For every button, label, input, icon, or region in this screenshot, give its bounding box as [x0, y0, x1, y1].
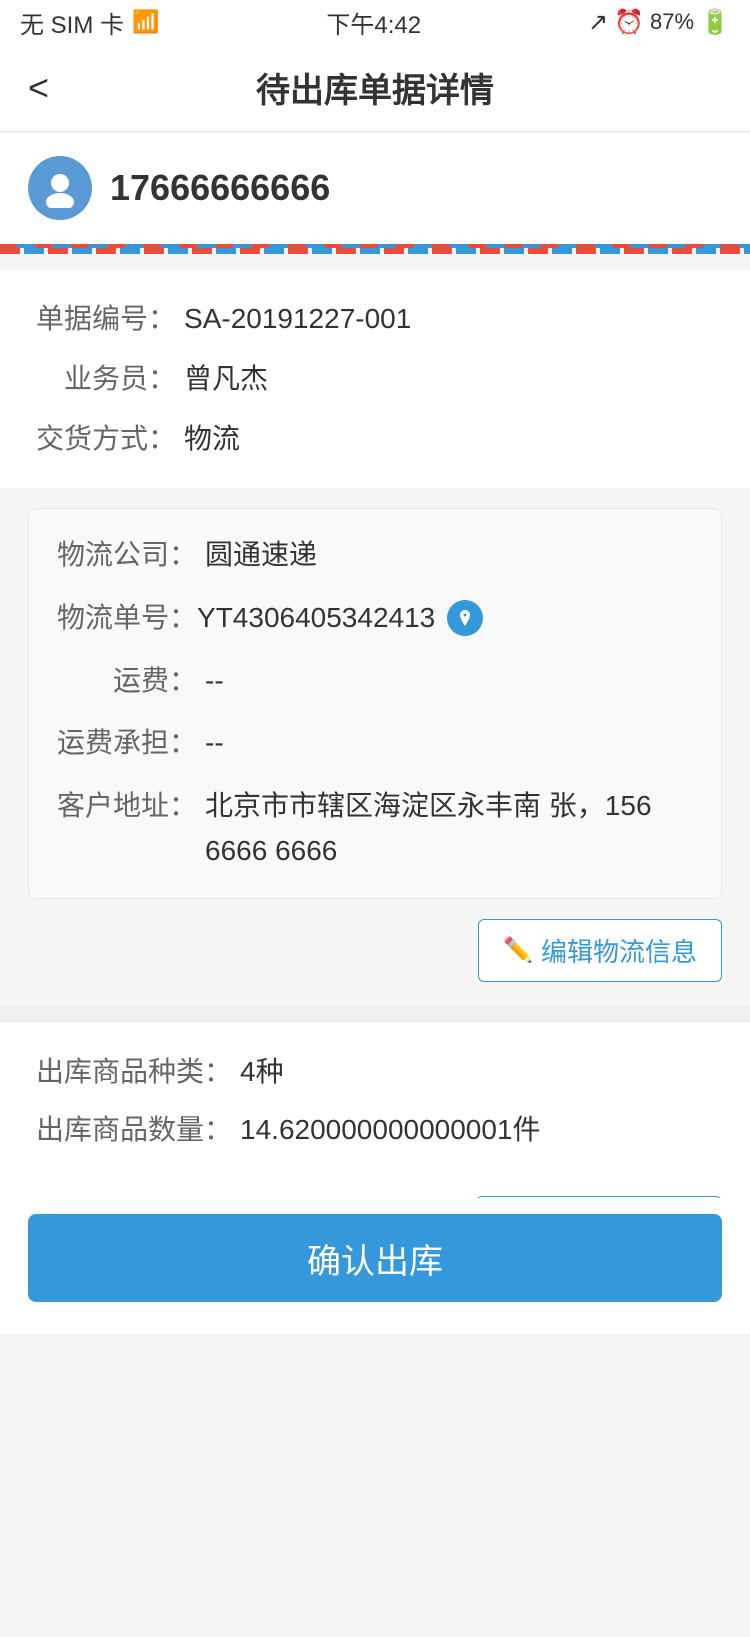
- basic-info-section: 单据编号： SA-20191227-001 业务员： 曾凡杰 交货方式： 物流: [0, 270, 750, 488]
- battery-icon: 🔋: [700, 8, 730, 37]
- status-left: 无 SIM 卡 📶: [20, 5, 159, 40]
- wifi-icon: 📶: [132, 9, 159, 35]
- freight-bearer-value: --: [205, 721, 693, 766]
- logistics-company-row: 物流公司： 圆通速递: [57, 533, 693, 578]
- sales-person-row: 业务员： 曾凡杰: [36, 358, 714, 400]
- logistics-company-value: 圆通速递: [205, 533, 693, 578]
- product-quantity-row: 出库商品数量： 14.620000000000001件: [36, 1108, 714, 1148]
- alarm-icon: ⏰: [614, 8, 644, 37]
- status-right: ↗ ⏰ 87% 🔋: [588, 8, 730, 37]
- edit-logistics-button[interactable]: ✏️ 编辑物流信息: [478, 919, 722, 982]
- delivery-method-row: 交货方式： 物流: [36, 418, 714, 460]
- order-number-row: 单据编号： SA-20191227-001: [36, 298, 714, 340]
- sales-person-value: 曾凡杰: [184, 358, 714, 400]
- confirm-button[interactable]: 确认出库: [28, 1214, 722, 1302]
- avatar: [28, 156, 92, 220]
- address-row: 客户地址： 北京市市辖区海淀区永丰南 张，156 6666 6666: [57, 784, 693, 874]
- dashed-divider: [0, 248, 750, 254]
- freight-value: --: [205, 659, 693, 704]
- time-text: 下午4:42: [326, 5, 421, 40]
- edit-icon: ✏️: [503, 936, 533, 965]
- tracking-location-button[interactable]: [447, 600, 483, 636]
- tracking-row: 物流单号： YT4306405342413: [57, 596, 693, 641]
- battery-text: 87%: [650, 9, 694, 35]
- logistics-card: 物流公司： 圆通速递 物流单号： YT4306405342413 运费： -- …: [28, 508, 722, 899]
- tracking-number-value: YT4306405342413: [197, 596, 435, 641]
- product-quantity-value: 14.620000000000001件: [240, 1108, 541, 1148]
- product-type-label: 出库商品种类：: [36, 1050, 232, 1090]
- tracking-number-container: YT4306405342413: [197, 596, 483, 641]
- logistics-company-label: 物流公司：: [57, 533, 197, 578]
- bottom-section: 确认出库: [0, 1198, 750, 1334]
- product-type-value: 4种: [240, 1050, 284, 1090]
- address-label: 客户地址：: [57, 784, 197, 829]
- address-value: 北京市市辖区海淀区永丰南 张，156 6666 6666: [205, 784, 693, 874]
- tracking-label: 物流单号：: [57, 596, 197, 641]
- status-bar: 无 SIM 卡 📶 下午4:42 ↗ ⏰ 87% 🔋: [0, 0, 750, 44]
- nav-bar: < 待出库单据详情: [0, 44, 750, 132]
- freight-bearer-row: 运费承担： --: [57, 721, 693, 766]
- confirm-button-label: 确认出库: [307, 1234, 443, 1283]
- order-number-label: 单据编号：: [36, 298, 176, 340]
- edit-button-label: 编辑物流信息: [541, 932, 697, 969]
- edit-button-row: ✏️ 编辑物流信息: [0, 919, 750, 1006]
- order-number-value: SA-20191227-001: [184, 298, 714, 340]
- delivery-method-value: 物流: [184, 418, 714, 460]
- delivery-method-label: 交货方式：: [36, 418, 176, 460]
- product-quantity-label: 出库商品数量：: [36, 1108, 232, 1148]
- freight-row: 运费： --: [57, 659, 693, 704]
- carrier-text: 无 SIM 卡: [20, 5, 124, 40]
- product-section: 出库商品种类： 4种 出库商品数量： 14.620000000000001件: [0, 1022, 750, 1176]
- freight-label: 运费：: [57, 659, 197, 704]
- page-title: 待出库单据详情: [256, 63, 494, 112]
- customer-phone: 17666666666: [110, 167, 330, 209]
- freight-bearer-label: 运费承担：: [57, 721, 197, 766]
- customer-header: 17666666666: [0, 132, 750, 248]
- sales-person-label: 业务员：: [36, 358, 176, 400]
- product-type-row: 出库商品种类： 4种: [36, 1050, 714, 1090]
- location-active-icon: ↗: [588, 8, 608, 37]
- back-button[interactable]: <: [28, 67, 49, 109]
- section-divider: [0, 1006, 750, 1022]
